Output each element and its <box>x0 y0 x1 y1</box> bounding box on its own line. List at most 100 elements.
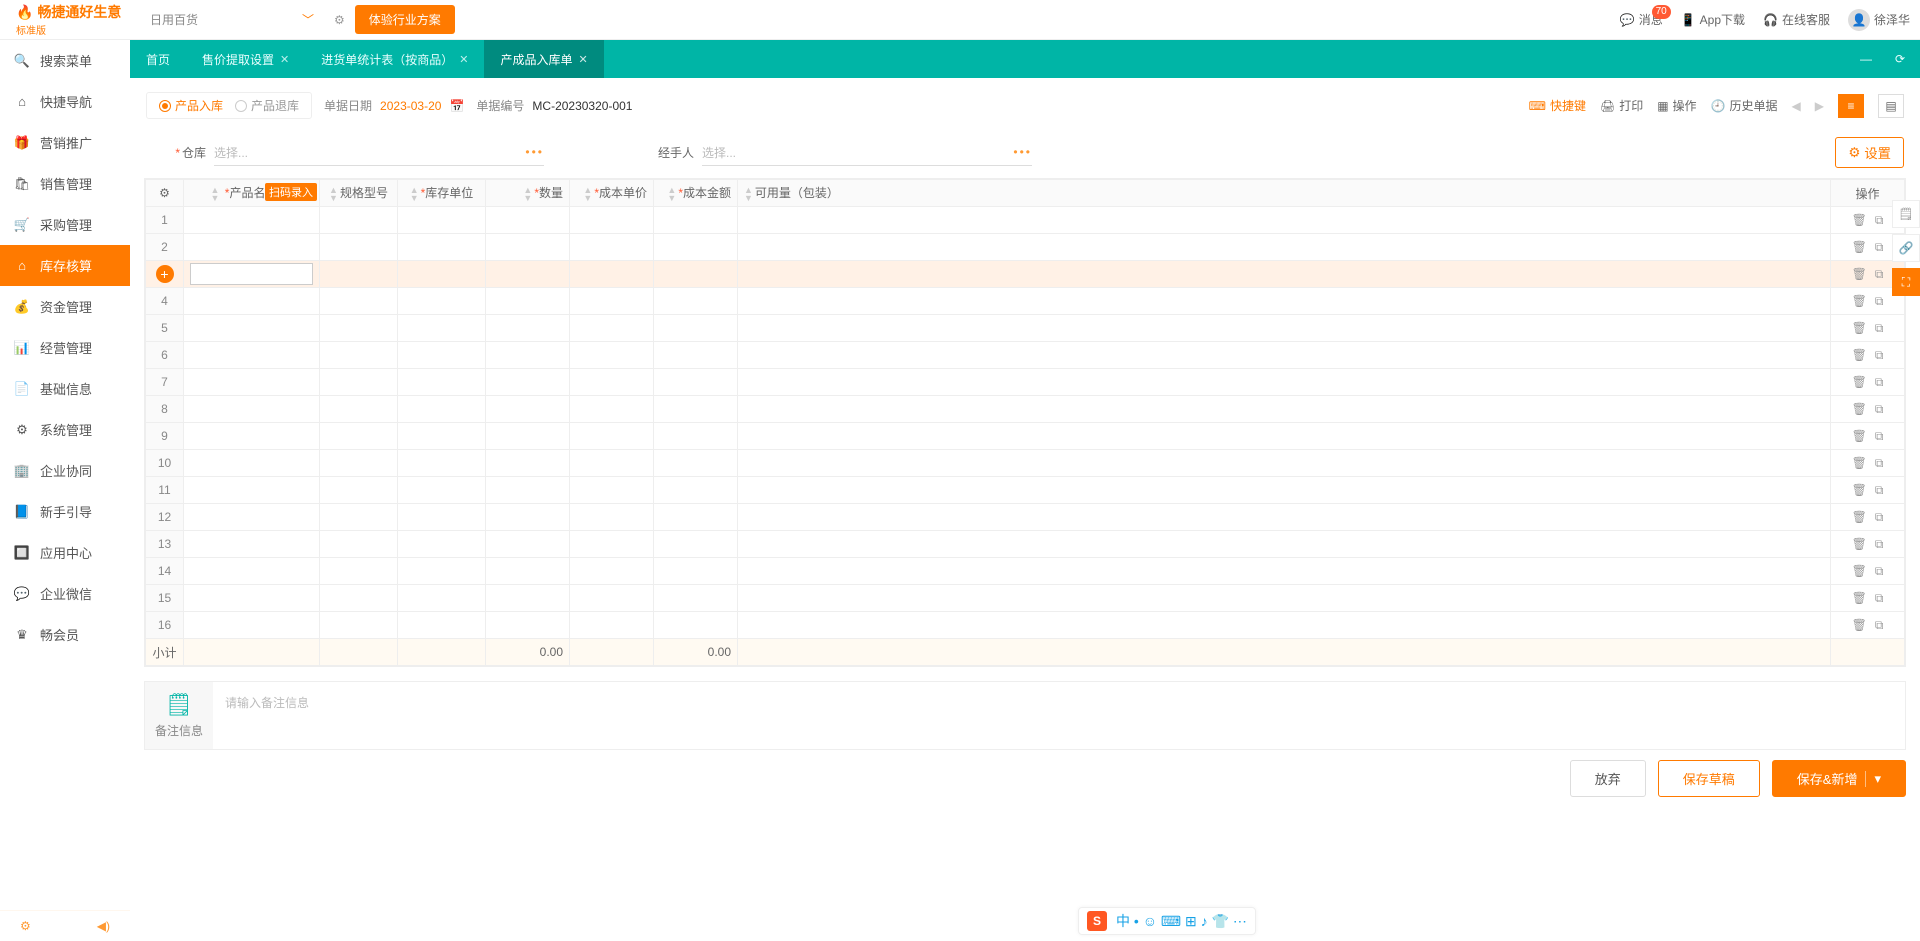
radio-product-out[interactable]: 产品退库 <box>235 97 299 114</box>
copy-icon[interactable]: ⧉ <box>1875 510 1884 524</box>
copy-icon[interactable]: ⧉ <box>1875 348 1884 362</box>
operator-select[interactable]: 选择... ••• <box>702 140 1032 166</box>
copy-icon[interactable]: ⧉ <box>1875 402 1884 416</box>
ime-char[interactable]: • <box>1134 913 1139 929</box>
copy-icon[interactable]: ⧉ <box>1875 294 1884 308</box>
table-row[interactable]: 9🗑⧉ <box>146 423 1905 450</box>
col-qty[interactable]: ▲▼*数量 <box>486 180 570 207</box>
ime-char[interactable]: 👕 <box>1212 913 1229 929</box>
sidebar-item-9[interactable]: ⚙系统管理 <box>0 409 130 450</box>
sidebar-item-11[interactable]: 📘新手引导 <box>0 491 130 532</box>
settings-button[interactable]: ⚙设置 <box>1835 137 1904 168</box>
messages-link[interactable]: 💬 消息 70 <box>1620 11 1663 28</box>
app-download-link[interactable]: 📱 App下载 <box>1681 11 1745 28</box>
delete-icon[interactable]: 🗑 <box>1852 618 1867 632</box>
close-icon[interactable]: ✕ <box>459 53 468 66</box>
delete-icon[interactable]: 🗑 <box>1852 294 1867 308</box>
remark-tab[interactable]: 🗒 备注信息 <box>145 682 213 749</box>
table-row[interactable]: 11🗑⧉ <box>146 477 1905 504</box>
tab-3[interactable]: 产成品入库单✕ <box>484 40 603 78</box>
table-row[interactable]: 10🗑⧉ <box>146 450 1905 477</box>
table-row[interactable]: 6🗑⧉ <box>146 342 1905 369</box>
table-row[interactable]: 14🗑⧉ <box>146 558 1905 585</box>
col-product-name[interactable]: ▲▼ *产品名称? 扫码录入 <box>184 180 320 207</box>
tab-minimize-button[interactable]: — <box>1852 45 1880 73</box>
ime-char[interactable]: ⌨ <box>1161 913 1181 929</box>
tab-0[interactable]: 首页 <box>130 40 186 78</box>
table-row[interactable]: 2🗑⧉ <box>146 234 1905 261</box>
hotkey-link[interactable]: ⌨快捷键 <box>1529 97 1586 114</box>
copy-icon[interactable]: ⧉ <box>1875 564 1884 578</box>
copy-icon[interactable]: ⧉ <box>1875 429 1884 443</box>
remark-textarea[interactable] <box>213 682 1905 746</box>
rail-expand-button[interactable]: ⛶ <box>1892 268 1920 296</box>
table-row[interactable]: 1🗑⧉ <box>146 207 1905 234</box>
sidebar-item-13[interactable]: 💬企业微信 <box>0 573 130 614</box>
collapse-icon[interactable]: ◀) <box>97 919 110 933</box>
copy-icon[interactable]: ⧉ <box>1875 618 1884 632</box>
save-draft-button[interactable]: 保存草稿 <box>1658 760 1760 797</box>
copy-icon[interactable]: ⧉ <box>1875 537 1884 551</box>
sidebar-item-7[interactable]: 📊经营管理 <box>0 327 130 368</box>
save-new-button[interactable]: 保存&新增▾ <box>1772 760 1906 797</box>
tab-2[interactable]: 进货单统计表（按商品）✕ <box>305 40 484 78</box>
delete-icon[interactable]: 🗑 <box>1852 213 1867 227</box>
tab-1[interactable]: 售价提取设置✕ <box>186 40 305 78</box>
col-config[interactable]: ⚙ <box>146 180 184 207</box>
ime-char[interactable]: 中 <box>1116 913 1130 929</box>
sidebar-item-10[interactable]: 🏢企业协同 <box>0 450 130 491</box>
print-link[interactable]: 🖨打印 <box>1600 97 1643 114</box>
delete-icon[interactable]: 🗑 <box>1852 375 1867 389</box>
history-link[interactable]: 🕘历史单据 <box>1711 97 1778 114</box>
ime-toolbar[interactable]: S 中 • ☺ ⌨ ⊞ ♪ 👕 ⋯ <box>1078 907 1256 935</box>
sidebar-item-1[interactable]: ⌂快捷导航 <box>0 81 130 122</box>
product-name-input[interactable] <box>190 263 313 285</box>
table-row[interactable]: 12🗑⧉ <box>146 504 1905 531</box>
copy-icon[interactable]: ⧉ <box>1875 240 1884 254</box>
close-icon[interactable]: ✕ <box>280 53 289 66</box>
operate-link[interactable]: ▦操作 <box>1657 97 1696 114</box>
delete-icon[interactable]: 🗑 <box>1852 564 1867 578</box>
delete-icon[interactable]: 🗑 <box>1852 429 1867 443</box>
calendar-icon[interactable]: 📅 <box>449 99 464 113</box>
copy-icon[interactable]: ⧉ <box>1875 591 1884 605</box>
delete-icon[interactable]: 🗑 <box>1852 483 1867 497</box>
sidebar-item-8[interactable]: 📄基础信息 <box>0 368 130 409</box>
table-row[interactable]: 4🗑⧉ <box>146 288 1905 315</box>
view-list-button[interactable]: ≡ <box>1838 94 1864 118</box>
sidebar-item-14[interactable]: ♛畅会员 <box>0 614 130 655</box>
close-icon[interactable]: ✕ <box>579 53 588 66</box>
delete-icon[interactable]: 🗑 <box>1852 402 1867 416</box>
trial-plan-button[interactable]: 体验行业方案 <box>355 5 455 34</box>
sidebar-item-3[interactable]: 🛍销售管理 <box>0 163 130 204</box>
delete-icon[interactable]: 🗑 <box>1852 456 1867 470</box>
ime-char[interactable]: ⋯ <box>1233 913 1247 929</box>
col-unit[interactable]: ▲▼*库存单位 <box>398 180 486 207</box>
ime-char[interactable]: ⊞ <box>1185 913 1197 929</box>
user-menu[interactable]: 👤 徐泽华 <box>1848 9 1910 31</box>
rail-note-button[interactable]: 🗒 <box>1892 200 1920 228</box>
table-row[interactable]: 13🗑⧉ <box>146 531 1905 558</box>
col-price[interactable]: ▲▼*成本单价 <box>570 180 654 207</box>
delete-icon[interactable]: 🗑 <box>1852 591 1867 605</box>
discard-button[interactable]: 放弃 <box>1570 760 1646 797</box>
chevron-down-icon[interactable]: ▾ <box>1865 771 1881 787</box>
copy-icon[interactable]: ⧉ <box>1875 267 1884 281</box>
copy-icon[interactable]: ⧉ <box>1875 456 1884 470</box>
copy-icon[interactable]: ⧉ <box>1875 483 1884 497</box>
sidebar-item-5[interactable]: ⌂库存核算 <box>0 245 130 286</box>
table-row[interactable]: +🗑⧉ <box>146 261 1905 288</box>
table-row[interactable]: 15🗑⧉ <box>146 585 1905 612</box>
table-row[interactable]: 5🗑⧉ <box>146 315 1905 342</box>
scan-badge[interactable]: 扫码录入 <box>265 183 317 201</box>
radio-product-in[interactable]: 产品入库 <box>159 97 223 114</box>
sidebar-item-6[interactable]: 💰资金管理 <box>0 286 130 327</box>
ime-char[interactable]: ♪ <box>1201 913 1208 929</box>
sidebar-item-12[interactable]: 🔲应用中心 <box>0 532 130 573</box>
col-amount[interactable]: ▲▼*成本金额 <box>654 180 738 207</box>
copy-icon[interactable]: ⧉ <box>1875 375 1884 389</box>
gear-icon[interactable]: ⚙ <box>334 13 345 27</box>
table-row[interactable]: 16🗑⧉ <box>146 612 1905 639</box>
prev-icon[interactable]: ◀ <box>1792 99 1801 113</box>
col-available[interactable]: ▲▼可用量（包装） <box>738 180 1831 207</box>
